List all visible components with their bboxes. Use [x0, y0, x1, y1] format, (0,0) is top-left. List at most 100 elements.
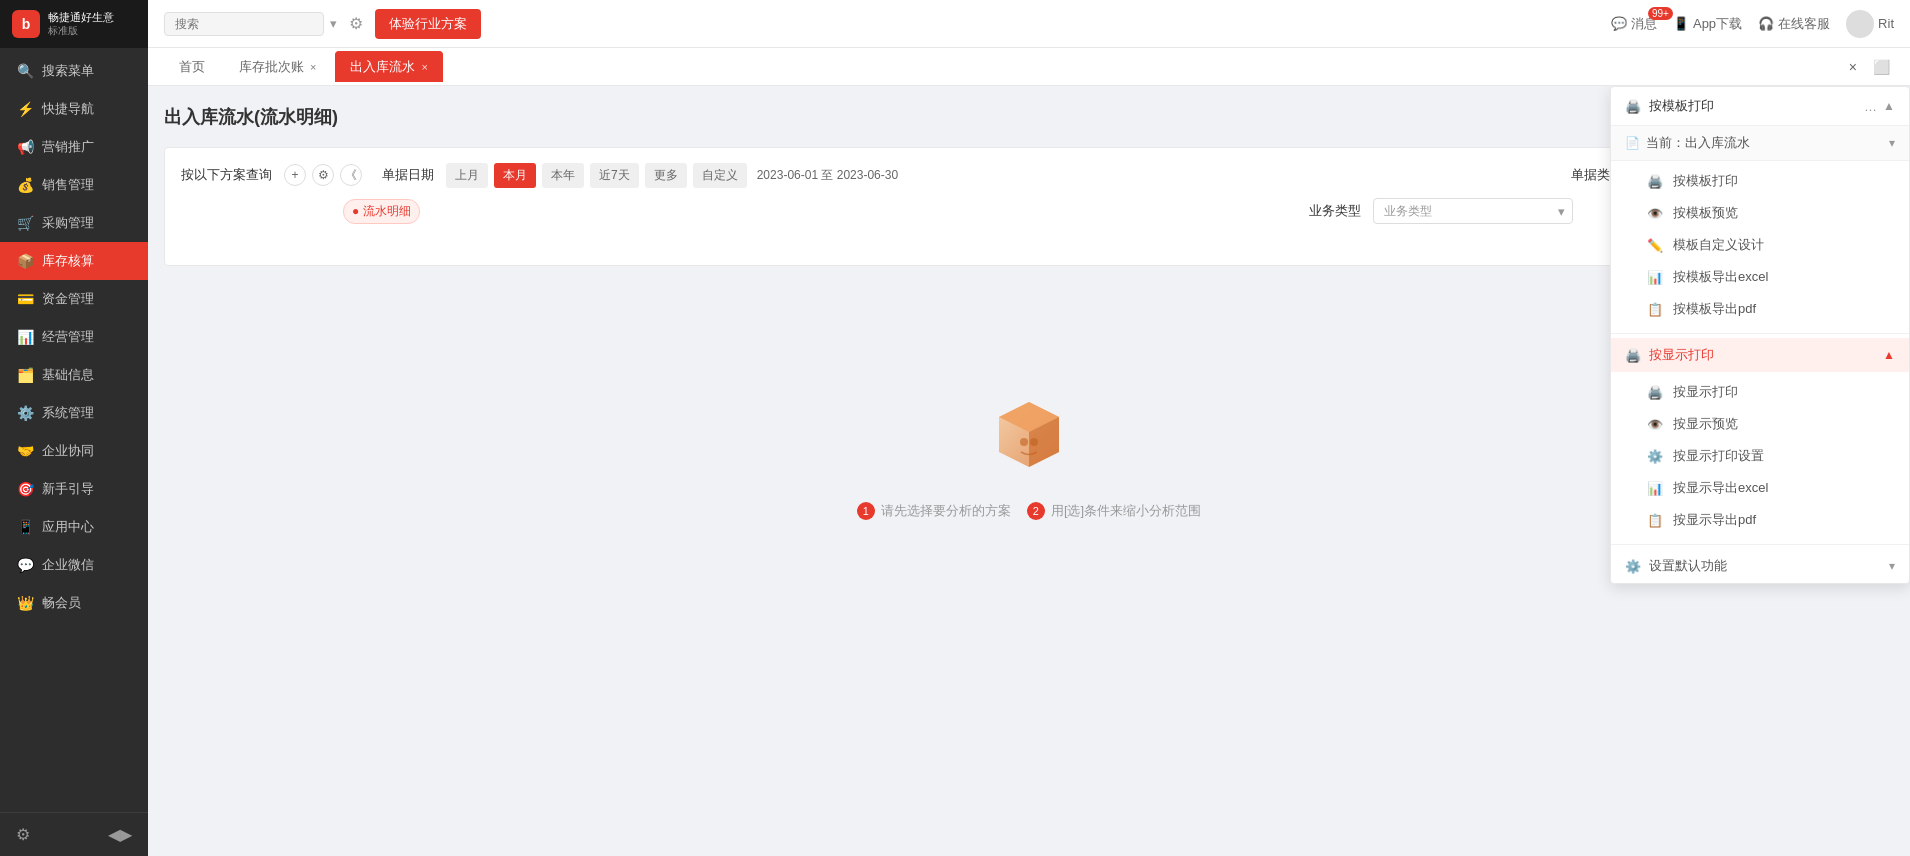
dropdown-item-display-preview[interactable]: 👁️ 按显示预览	[1611, 408, 1909, 440]
message-badge[interactable]: 💬 消息 99+	[1611, 15, 1657, 33]
flow-tag[interactable]: ● 流水明细	[343, 199, 420, 224]
filter-add-btn[interactable]: +	[284, 164, 306, 186]
template-print-icon: 🖨️	[1647, 174, 1663, 189]
date-filter-label: 单据日期	[382, 166, 434, 184]
sidebar-item-basic[interactable]: 🗂️ 基础信息	[0, 356, 148, 394]
filter-label: 按以下方案查询	[181, 166, 272, 184]
sales-icon: 💰	[16, 176, 34, 194]
tab-minimize-btn[interactable]: ×	[1845, 57, 1861, 77]
sidebar-bottom: ⚙ ◀▶	[0, 812, 148, 856]
sidebar-item-member[interactable]: 👑 畅会员	[0, 584, 148, 622]
display-print-group-header[interactable]: 🖨️ 按显示打印 ▲	[1611, 338, 1909, 372]
dropdown-item-template-pdf[interactable]: 📋 按模板导出pdf	[1611, 293, 1909, 325]
sidebar-item-search[interactable]: 🔍 搜索菜单	[0, 52, 148, 90]
dropdown-item-display-settings[interactable]: ⚙️ 按显示打印设置	[1611, 440, 1909, 472]
sidebar-item-collab[interactable]: 🤝 企业协同	[0, 432, 148, 470]
tabs-bar: 首页 库存批次账 × 出入库流水 × × ⬜	[148, 48, 1910, 86]
sidebar-collapse-icon[interactable]: ◀▶	[108, 825, 132, 844]
guide-icon: 🎯	[16, 480, 34, 498]
display-pdf-icon: 📋	[1647, 513, 1663, 528]
tab-batch[interactable]: 库存批次账 ×	[224, 51, 331, 82]
current-section-label: 当前：出入库流水	[1646, 134, 1750, 152]
operation-icon: 📊	[16, 328, 34, 346]
date-filter: 上月 本月 本年 近7天 更多 自定义 2023-06-01 至 2023-06…	[446, 163, 898, 188]
dropdown-header: 🖨️ 按模板打印 … ▲	[1611, 87, 1909, 126]
online-service-btn[interactable]: 🎧 在线客服	[1758, 15, 1830, 33]
user-profile-btn[interactable]: Rit	[1846, 10, 1894, 38]
dropdown-more-icon[interactable]: …	[1864, 99, 1877, 114]
sidebar-item-wechat[interactable]: 💬 企业微信	[0, 546, 148, 584]
message-icon: 💬	[1611, 16, 1627, 31]
sidebar-item-system[interactable]: ⚙️ 系统管理	[0, 394, 148, 432]
marketing-icon: 📢	[16, 138, 34, 156]
template-customize-icon: ✏️	[1647, 238, 1663, 253]
sidebar-item-operation[interactable]: 📊 经营管理	[0, 318, 148, 356]
finance-icon: 💳	[16, 290, 34, 308]
sidebar-item-purchase[interactable]: 🛒 采购管理	[0, 204, 148, 242]
dropdown-current-section[interactable]: 📄 当前：出入库流水 ▾	[1611, 126, 1909, 161]
empty-illustration	[979, 382, 1079, 482]
dropdown-item-template-print[interactable]: 🖨️ 按模板打印	[1611, 165, 1909, 197]
sidebar-item-appcenter[interactable]: 📱 应用中心	[0, 508, 148, 546]
sidebar-item-marketing[interactable]: 📢 营销推广	[0, 128, 148, 166]
printer-icon: 🖨️	[1625, 99, 1641, 114]
display-print-group-icon: 🖨️	[1625, 347, 1641, 363]
app-download-btn[interactable]: 📱 App下载	[1673, 15, 1742, 33]
dropdown-item-template-excel[interactable]: 📊 按模板导出excel	[1611, 261, 1909, 293]
basic-icon: 🗂️	[16, 366, 34, 384]
topbar-search-input[interactable]	[164, 12, 324, 36]
date-last-month-btn[interactable]: 上月	[446, 163, 488, 188]
sidebar-item-guide[interactable]: 🎯 新手引导	[0, 470, 148, 508]
phone-icon: 📱	[1673, 16, 1689, 31]
inventory-icon: 📦	[16, 252, 34, 270]
collab-icon: 🤝	[16, 442, 34, 460]
dropdown-item-template-customize[interactable]: ✏️ 模板自定义设计	[1611, 229, 1909, 261]
date-custom-btn[interactable]: 自定义	[693, 163, 747, 188]
date-this-year-btn[interactable]: 本年	[542, 163, 584, 188]
dropdown-item-display-pdf[interactable]: 📋 按显示导出pdf	[1611, 504, 1909, 536]
template-excel-icon: 📊	[1647, 270, 1663, 285]
hint-num-1: 1	[857, 502, 875, 520]
display-preview-icon: 👁️	[1647, 417, 1663, 432]
flow-tag-icon: ●	[352, 204, 359, 218]
message-count: 99+	[1648, 7, 1673, 20]
date-7days-btn[interactable]: 近7天	[590, 163, 639, 188]
sidebar-item-finance[interactable]: 💳 资金管理	[0, 280, 148, 318]
industry-solution-button[interactable]: 体验行业方案	[375, 9, 481, 39]
svg-point-3	[1020, 438, 1028, 446]
search-icon: 🔍	[16, 62, 34, 80]
dropdown-divider-1	[1611, 333, 1909, 334]
filter-collapse-btn[interactable]: 《	[340, 164, 362, 186]
tab-maximize-btn[interactable]: ⬜	[1869, 57, 1894, 77]
current-section-chevron: ▾	[1889, 136, 1895, 150]
sidebar-item-shortcut[interactable]: ⚡ 快捷导航	[0, 90, 148, 128]
sidebar-nav: 🔍 搜索菜单 ⚡ 快捷导航 📢 营销推广 💰 销售管理 🛒 采购管理 📦 库存核…	[0, 48, 148, 812]
sidebar-item-sales[interactable]: 💰 销售管理	[0, 166, 148, 204]
biz-type-select[interactable]: 业务类型	[1373, 198, 1573, 224]
topbar: ▾ ⚙ 体验行业方案 💬 消息 99+ 📱 App下载 🎧 在线客服 Rit	[148, 0, 1910, 48]
sidebar-settings-icon[interactable]: ⚙	[16, 825, 30, 844]
dropdown-item-display-excel[interactable]: 📊 按显示导出excel	[1611, 472, 1909, 504]
topbar-search-dropdown[interactable]: ▾	[330, 16, 337, 31]
dropdown-item-display-print[interactable]: 🖨️ 按显示打印	[1611, 376, 1909, 408]
dropdown-footer[interactable]: ⚙️ 设置默认功能 ▾	[1611, 549, 1909, 583]
app-logo-icon: b	[12, 10, 40, 38]
date-more-btn[interactable]: 更多	[645, 163, 687, 188]
topbar-settings-btn[interactable]: ⚙	[349, 14, 363, 33]
dropdown-collapse-icon[interactable]: ▲	[1883, 99, 1895, 113]
filter-settings-btn[interactable]: ⚙	[312, 164, 334, 186]
tab-controls: × ⬜	[1845, 57, 1894, 77]
dropdown-header-title-area: 🖨️ 按模板打印	[1625, 97, 1714, 115]
tab-home[interactable]: 首页	[164, 51, 220, 82]
template-pdf-icon: 📋	[1647, 302, 1663, 317]
tab-batch-close[interactable]: ×	[310, 61, 316, 73]
display-excel-icon: 📊	[1647, 481, 1663, 496]
tab-flow[interactable]: 出入库流水 ×	[335, 51, 442, 82]
empty-state-image	[979, 382, 1079, 482]
sidebar-item-inventory[interactable]: 📦 库存核算	[0, 242, 148, 280]
tab-flow-close[interactable]: ×	[421, 61, 427, 73]
settings-default-icon: ⚙️	[1625, 559, 1641, 574]
purchase-icon: 🛒	[16, 214, 34, 232]
date-this-month-btn[interactable]: 本月	[494, 163, 536, 188]
dropdown-item-template-preview[interactable]: 👁️ 按模板预览	[1611, 197, 1909, 229]
